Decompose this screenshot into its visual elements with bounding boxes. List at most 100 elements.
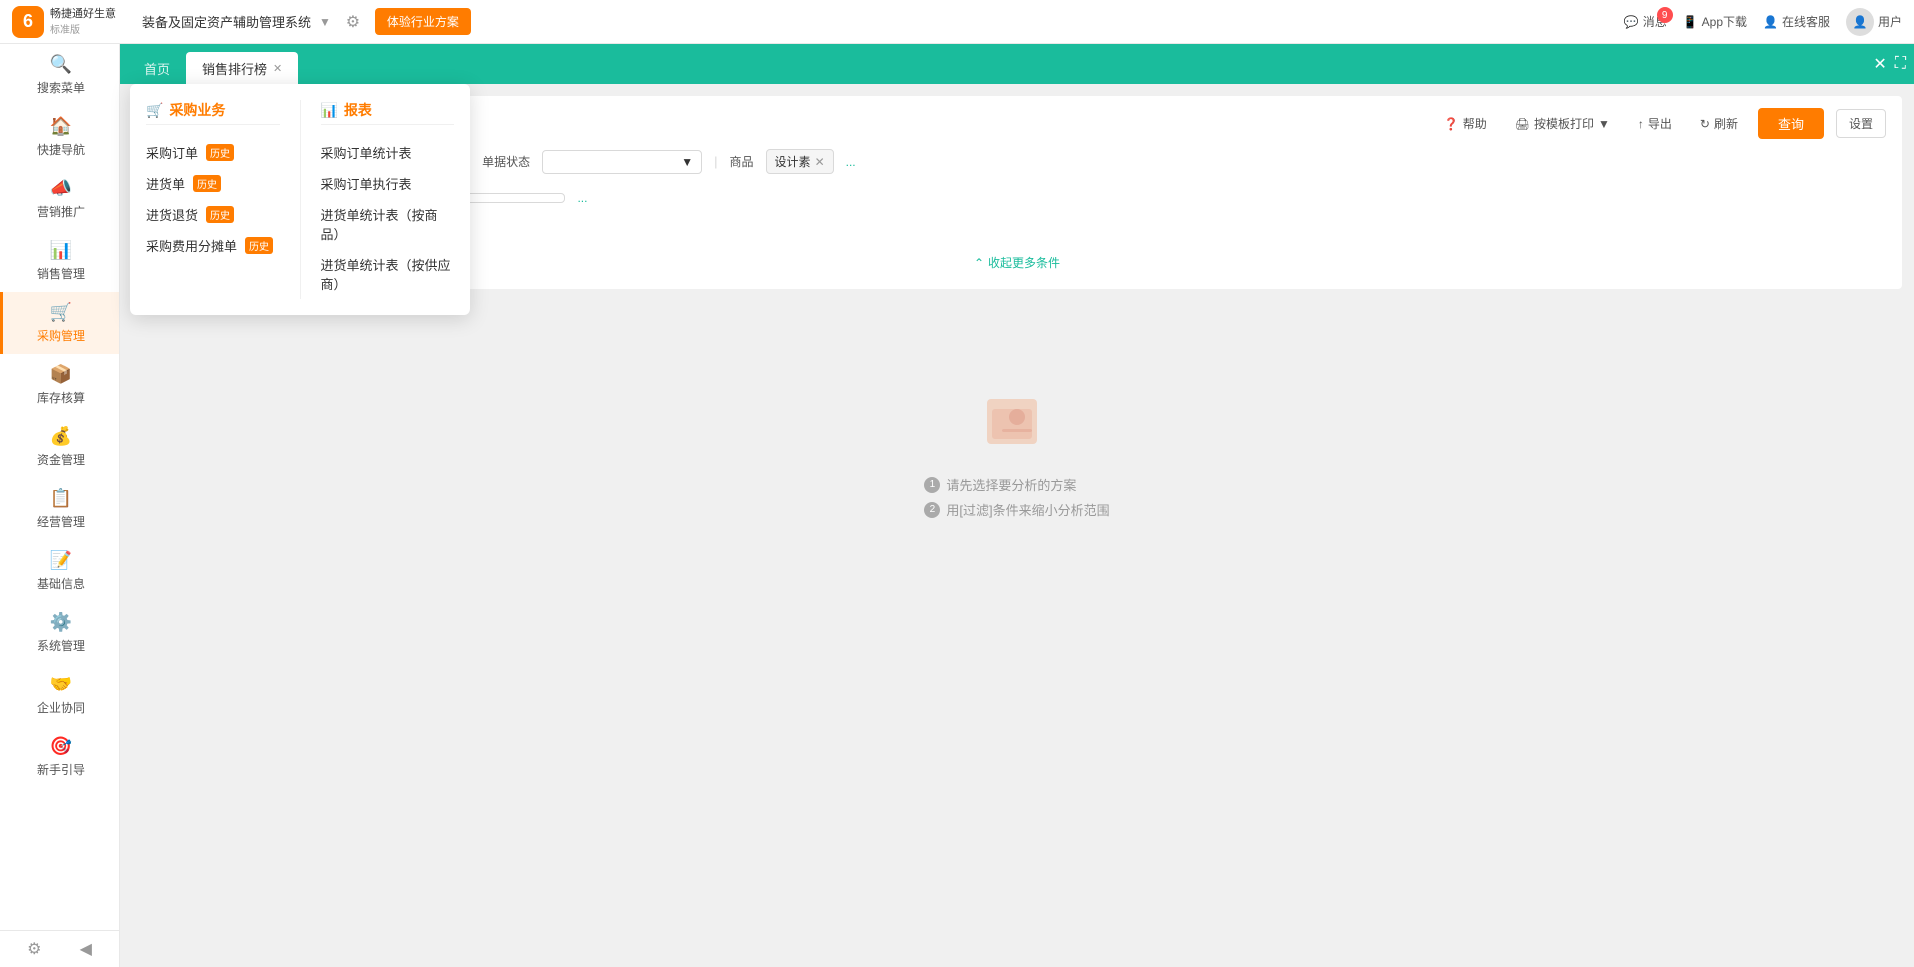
sidebar-item-purchase[interactable]: 🛒 采购管理 bbox=[0, 292, 119, 354]
close-tab-icon[interactable]: ✕ bbox=[1873, 54, 1886, 74]
goods-tag[interactable]: 设计素 ✕ bbox=[766, 149, 834, 174]
capital-icon: 💰 bbox=[50, 426, 72, 447]
menu-item-purchase-order-stats[interactable]: 采购订单统计表 bbox=[321, 137, 455, 168]
settings-bottom-icon[interactable]: ⚙ bbox=[27, 939, 41, 959]
help-label: 帮助 bbox=[1463, 115, 1487, 132]
sidebar-item-basic-info[interactable]: 📝 基础信息 bbox=[0, 540, 119, 602]
sidebar-item-quick-nav[interactable]: 🏠 快捷导航 bbox=[0, 106, 119, 168]
sidebar-item-inventory[interactable]: 📦 库存核算 bbox=[0, 354, 119, 416]
sidebar-item-enterprise[interactable]: 🤝 企业协同 bbox=[0, 664, 119, 726]
experience-button[interactable]: 体验行业方案 bbox=[375, 8, 471, 35]
menu-item-expense[interactable]: 采购费用分摊单 历史 bbox=[146, 230, 280, 261]
search-icon: 🔍 bbox=[50, 54, 72, 75]
query-button[interactable]: 查询 bbox=[1758, 108, 1824, 139]
enterprise-icon: 🤝 bbox=[50, 674, 72, 695]
phone-icon: 📱 bbox=[1683, 15, 1698, 29]
goods-tag-remove[interactable]: ✕ bbox=[815, 155, 825, 169]
collapse-text: 收起更多条件 bbox=[988, 254, 1060, 271]
gear-icon[interactable]: ⚙ bbox=[339, 8, 367, 36]
app-download-label: App下载 bbox=[1702, 13, 1747, 30]
refresh-label: 刷新 bbox=[1714, 115, 1738, 132]
sidebar-label-system: 系统管理 bbox=[37, 637, 85, 654]
app-download-item[interactable]: 📱 App下载 bbox=[1683, 13, 1747, 30]
logo-line2: 标准版 bbox=[50, 21, 116, 36]
header-middle: 装备及固定资产辅助管理系统 ▼ ⚙ 体验行业方案 bbox=[132, 8, 1624, 36]
avatar: 👤 bbox=[1846, 8, 1874, 36]
goods-more[interactable]: ... bbox=[846, 155, 856, 169]
doc-status-dropdown: ▼ bbox=[681, 155, 693, 169]
sidebar-label-marketing: 营销推广 bbox=[37, 203, 85, 220]
logo-line1: 畅捷通好生意 bbox=[50, 7, 116, 21]
user-item[interactable]: 👤 用户 bbox=[1846, 8, 1902, 36]
menu-item-return[interactable]: 进货退货 历史 bbox=[146, 199, 280, 230]
doc-status-label: 单据状态 bbox=[482, 153, 530, 170]
sidebar-item-guide[interactable]: 🎯 新手引导 bbox=[0, 726, 119, 788]
sales-icon: 📊 bbox=[50, 240, 72, 261]
tab-bar: 首页 销售排行榜 ✕ ✕ ⛶ bbox=[120, 44, 1914, 84]
export-button[interactable]: ↑ 导出 bbox=[1630, 111, 1680, 136]
menu-item-incoming[interactable]: 进货单 历史 bbox=[146, 168, 280, 199]
user-label: 用户 bbox=[1878, 13, 1902, 30]
inventory-icon: 📦 bbox=[50, 364, 72, 385]
goods-label: 商品 bbox=[730, 153, 754, 170]
top-header: 6 畅捷通好生意 标准版 装备及固定资产辅助管理系统 ▼ ⚙ 体验行业方案 💬 … bbox=[0, 0, 1914, 44]
purchase-order-stats-label: 采购订单统计表 bbox=[321, 143, 412, 162]
online-service-item[interactable]: 👤 在线客服 bbox=[1763, 13, 1830, 30]
collapse-sidebar-icon[interactable]: ◀ bbox=[80, 939, 92, 959]
export-icon: ↑ bbox=[1638, 117, 1644, 131]
menu-item-purchase-order[interactable]: 采购订单 历史 bbox=[146, 137, 280, 168]
goods-tag-text: 设计素 bbox=[775, 153, 811, 170]
template-print-button[interactable]: 🖨 按模板打印 ▼ bbox=[1507, 111, 1618, 136]
message-icon: 💬 bbox=[1624, 15, 1639, 29]
tab-sales-ranking[interactable]: 销售排行榜 ✕ bbox=[186, 52, 298, 84]
menu-item-incoming-stats-goods[interactable]: 进货单统计表（按商品） bbox=[321, 199, 455, 249]
online-service-label: 在线客服 bbox=[1782, 13, 1830, 30]
doc-status-input[interactable]: ▼ bbox=[542, 150, 702, 174]
tab-home[interactable]: 首页 bbox=[128, 52, 186, 84]
header-right: 💬 消息 9 📱 App下载 👤 在线客服 👤 用户 bbox=[1624, 8, 1902, 36]
basic-info-icon: 📝 bbox=[50, 550, 72, 571]
report-column-title: 📊 报表 bbox=[321, 100, 455, 125]
sidebar-item-marketing[interactable]: 📣 营销推广 bbox=[0, 168, 119, 230]
menu-item-incoming-stats-supplier[interactable]: 进货单统计表（按供应商） bbox=[321, 249, 455, 299]
sidebar-item-search[interactable]: 🔍 搜索菜单 bbox=[0, 44, 119, 106]
print-icon: 🖨 bbox=[1515, 117, 1530, 131]
history-badge-3: 历史 bbox=[206, 206, 234, 223]
help-icon: ❓ bbox=[1444, 117, 1459, 131]
menu-item-purchase-order-exec[interactable]: 采购订单执行表 bbox=[321, 168, 455, 199]
notification-item[interactable]: 💬 消息 9 bbox=[1624, 13, 1667, 30]
sidebar-item-capital[interactable]: 💰 资金管理 bbox=[0, 416, 119, 478]
incoming-stats-goods-label: 进货单统计表（按商品） bbox=[321, 205, 455, 243]
sidebar: 🔍 搜索菜单 🏠 快捷导航 📣 营销推广 📊 销售管理 🛒 采购管理 📦 库存核… bbox=[0, 44, 120, 967]
settings-button[interactable]: 设置 bbox=[1836, 109, 1886, 138]
sidebar-label-quick-nav: 快捷导航 bbox=[37, 141, 85, 158]
logo-area: 6 畅捷通好生意 标准版 bbox=[12, 6, 132, 38]
sidebar-label-purchase: 采购管理 bbox=[37, 327, 85, 344]
menu-divider bbox=[300, 100, 301, 299]
sidebar-label-basic-info: 基础信息 bbox=[37, 575, 85, 592]
empty-line2: 2 用[过滤]条件来缩小分析范围 bbox=[924, 500, 1109, 519]
system-icon: ⚙️ bbox=[50, 612, 72, 633]
system-dropdown-arrow[interactable]: ▼ bbox=[319, 15, 331, 29]
sidebar-label-guide: 新手引导 bbox=[37, 761, 85, 778]
sidebar-label-operations: 经营管理 bbox=[37, 513, 85, 530]
refresh-button[interactable]: ↻ 刷新 bbox=[1692, 111, 1746, 136]
sidebar-item-operations[interactable]: 📋 经营管理 bbox=[0, 478, 119, 540]
purchase-column-title: 🛒 采购业务 bbox=[146, 100, 280, 125]
separator-2: | bbox=[714, 154, 717, 169]
history-badge-1: 历史 bbox=[206, 144, 234, 161]
system-title: 装备及固定资产辅助管理系统 bbox=[142, 12, 311, 31]
logo-icon: 6 bbox=[12, 6, 44, 38]
sidebar-label-capital: 资金管理 bbox=[37, 451, 85, 468]
sidebar-item-system[interactable]: ⚙️ 系统管理 bbox=[0, 602, 119, 664]
incoming-stats-supplier-label: 进货单统计表（按供应商） bbox=[321, 255, 455, 293]
salesperson-more[interactable]: ... bbox=[577, 191, 587, 205]
help-button[interactable]: ❓ 帮助 bbox=[1436, 111, 1495, 136]
collapse-arrow-icon: ⌃ bbox=[974, 256, 984, 270]
sidebar-bottom: ⚙ ◀ bbox=[0, 930, 119, 967]
tab-close-icon[interactable]: ✕ bbox=[273, 62, 282, 75]
purchase-menu-icon: 🛒 bbox=[146, 102, 163, 119]
fullscreen-icon[interactable]: ⛶ bbox=[1895, 55, 1906, 73]
purchase-dropdown-menu: 🛒 采购业务 采购订单 历史 进货单 历史 进货退货 历史 采购费用分摊单 历史… bbox=[130, 84, 470, 315]
sidebar-item-sales[interactable]: 📊 销售管理 bbox=[0, 230, 119, 292]
